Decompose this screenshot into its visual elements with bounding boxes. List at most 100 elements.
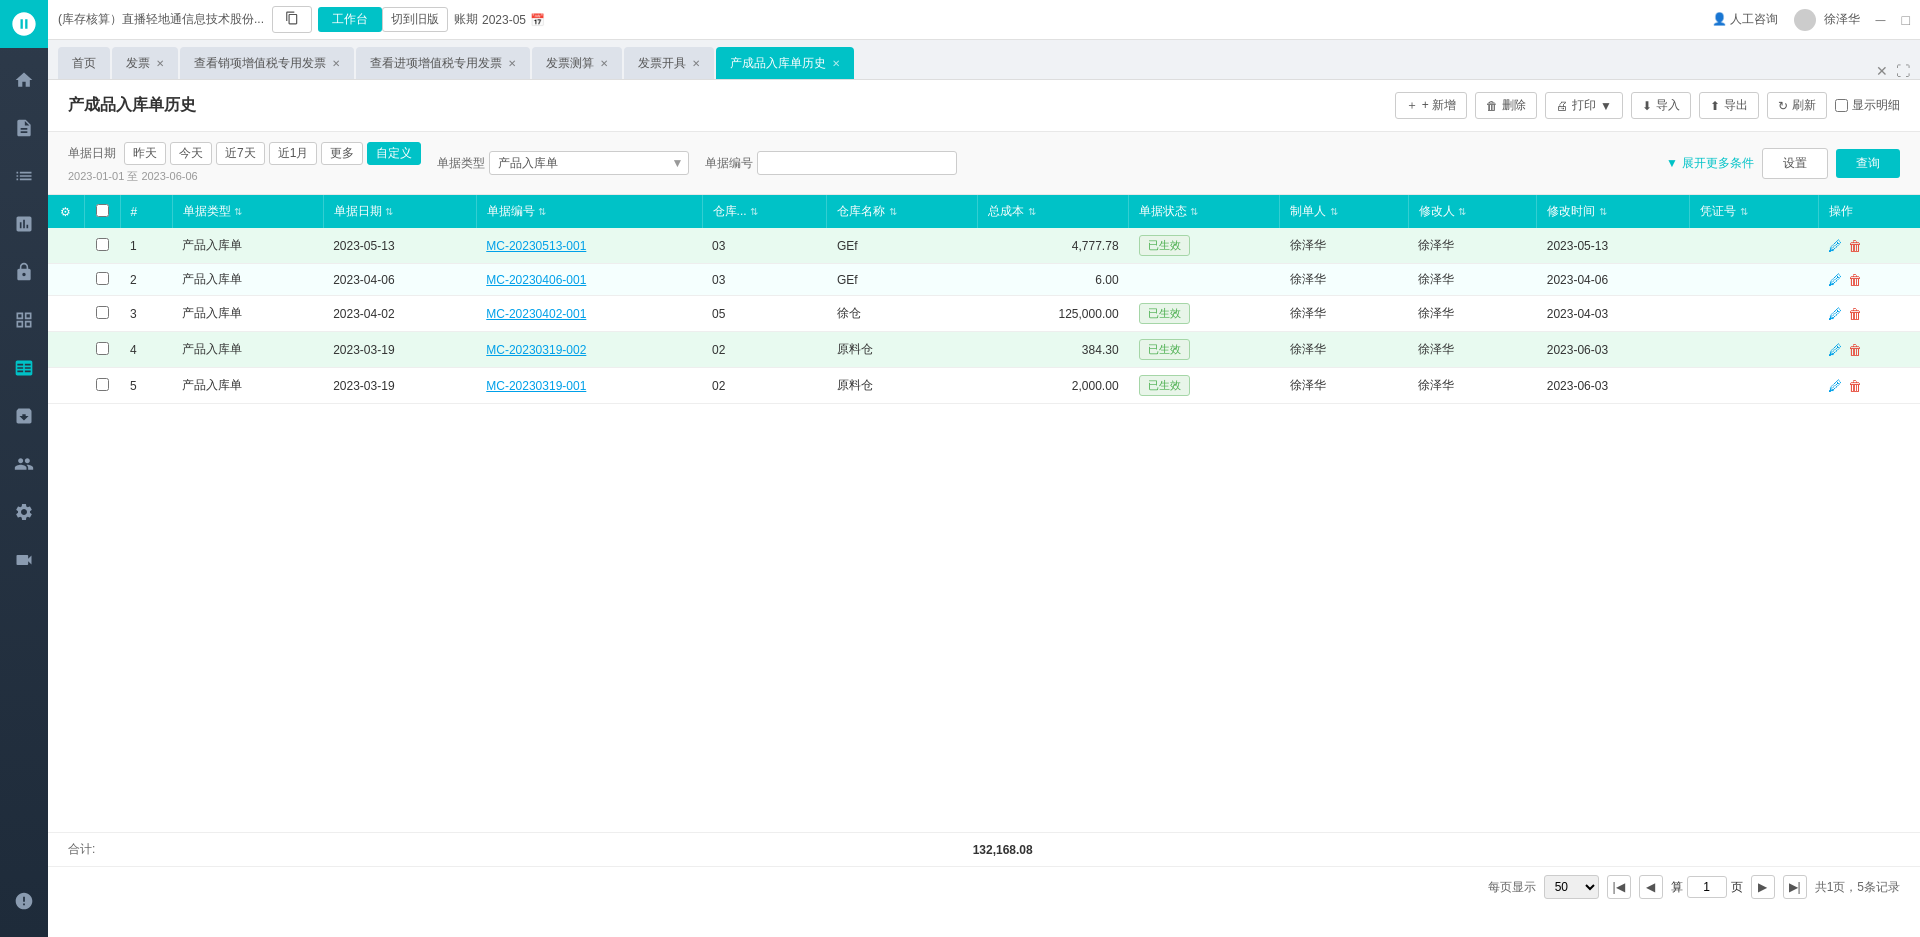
tab-home[interactable]: 首页 — [58, 47, 110, 79]
tab-check-purchase[interactable]: 查看进项增值税专用发票 ✕ — [356, 47, 530, 79]
trash-icon[interactable]: 🗑 — [1848, 272, 1862, 288]
first-page-btn[interactable]: |◀ — [1607, 875, 1631, 899]
tab-check-sales[interactable]: 查看销项增值税专用发票 ✕ — [180, 47, 354, 79]
th-settings[interactable]: ⚙ — [48, 195, 84, 228]
page-input[interactable] — [1687, 876, 1727, 898]
user-btn[interactable]: 徐泽华 — [1794, 9, 1859, 31]
close-window-btn[interactable]: ✕ — [1876, 63, 1888, 79]
edit-icon[interactable]: 🖉 — [1828, 306, 1842, 322]
tab-check-purchase-close[interactable]: ✕ — [508, 58, 516, 69]
export-btn[interactable]: ⬆ 导出 — [1699, 92, 1759, 119]
period-switch-btn[interactable]: 切到旧版 — [382, 7, 448, 32]
row-number[interactable]: MC-20230513-001 — [476, 228, 702, 264]
reset-btn[interactable]: 设置 — [1762, 148, 1828, 179]
row-checkbox[interactable] — [84, 332, 120, 368]
tab-invoice[interactable]: 发票 ✕ — [112, 47, 178, 79]
th-checkbox[interactable] — [84, 195, 120, 228]
sidebar-item-document[interactable] — [0, 104, 48, 152]
th-creator[interactable]: 制单人 ⇅ — [1280, 195, 1409, 228]
query-btn[interactable]: 查询 — [1836, 149, 1900, 178]
workbench-btn[interactable]: 工作台 — [318, 7, 382, 32]
last-page-btn[interactable]: ▶| — [1783, 875, 1807, 899]
tab-invoice-label: 发票 — [126, 55, 150, 72]
sidebar-item-table[interactable] — [0, 344, 48, 392]
sidebar-item-chart[interactable] — [0, 152, 48, 200]
sidebar — [0, 0, 48, 937]
trash-icon[interactable]: 🗑 — [1848, 342, 1862, 358]
tab-product-history[interactable]: 产成品入库单历史 ✕ — [716, 47, 854, 79]
tab-invoice-issue-close[interactable]: ✕ — [692, 58, 700, 69]
minimize-btn[interactable]: ─ — [1876, 12, 1886, 28]
row-checkbox[interactable] — [84, 264, 120, 296]
fullscreen-btn[interactable]: ⛶ — [1896, 63, 1910, 79]
row-checkbox[interactable] — [84, 228, 120, 264]
sidebar-item-version[interactable] — [0, 877, 48, 925]
edit-icon[interactable]: 🖉 — [1828, 238, 1842, 254]
th-date[interactable]: 单据日期 ⇅ — [323, 195, 476, 228]
th-warehouse-code[interactable]: 仓库... ⇅ — [702, 195, 827, 228]
row-checkbox[interactable] — [84, 296, 120, 332]
th-voucher[interactable]: 凭证号 ⇅ — [1690, 195, 1819, 228]
sidebar-item-grid[interactable] — [0, 296, 48, 344]
calendar-icon[interactable]: 📅 — [530, 13, 545, 27]
sidebar-item-home[interactable] — [0, 56, 48, 104]
tab-check-sales-close[interactable]: ✕ — [332, 58, 340, 69]
display-detail-checkbox[interactable] — [1835, 99, 1848, 112]
sidebar-item-users[interactable] — [0, 440, 48, 488]
row-type: 产品入库单 — [172, 332, 323, 368]
expand-btn[interactable]: ▼ 展开更多条件 — [1666, 155, 1754, 172]
filter-bar: 单据日期 昨天 今天 近7天 近1月 更多 自定义 2023-01-01 至 2… — [48, 132, 1920, 195]
th-status[interactable]: 单据状态 ⇅ — [1129, 195, 1280, 228]
date-btn-more[interactable]: 更多 — [321, 142, 363, 165]
number-input[interactable] — [757, 151, 957, 175]
th-modify-time[interactable]: 修改时间 ⇅ — [1537, 195, 1690, 228]
copy-btn[interactable] — [272, 6, 312, 33]
edit-icon[interactable]: 🖉 — [1828, 272, 1842, 288]
tab-product-history-close[interactable]: ✕ — [832, 58, 840, 69]
th-modifier[interactable]: 修改人 ⇅ — [1408, 195, 1537, 228]
tab-invoice-calc-close[interactable]: ✕ — [600, 58, 608, 69]
next-page-btn[interactable]: ▶ — [1751, 875, 1775, 899]
date-btn-today[interactable]: 今天 — [170, 142, 212, 165]
refresh-btn[interactable]: ↻ 刷新 — [1767, 92, 1827, 119]
prev-page-btn[interactable]: ◀ — [1639, 875, 1663, 899]
date-btn-custom[interactable]: 自定义 — [367, 142, 421, 165]
delete-btn[interactable]: 🗑 删除 — [1475, 92, 1537, 119]
new-btn[interactable]: ＋ + 新增 — [1395, 92, 1467, 119]
tab-invoice-close[interactable]: ✕ — [156, 58, 164, 69]
sidebar-item-archive[interactable] — [0, 392, 48, 440]
type-select[interactable]: 产品入库单 — [489, 151, 689, 175]
th-total-cost[interactable]: 总成本 ⇅ — [978, 195, 1129, 228]
row-checkbox[interactable] — [84, 368, 120, 404]
sidebar-item-video[interactable] — [0, 536, 48, 584]
row-number[interactable]: MC-20230319-002 — [476, 332, 702, 368]
date-btn-1month[interactable]: 近1月 — [269, 142, 318, 165]
row-seq: 3 — [120, 296, 172, 332]
sidebar-item-cog[interactable] — [0, 488, 48, 536]
edit-icon[interactable]: 🖉 — [1828, 378, 1842, 394]
sidebar-item-analytics[interactable] — [0, 200, 48, 248]
trash-icon[interactable]: 🗑 — [1848, 378, 1862, 394]
date-btn-7days[interactable]: 近7天 — [216, 142, 265, 165]
row-number[interactable]: MC-20230402-001 — [476, 296, 702, 332]
select-all-checkbox[interactable] — [96, 204, 109, 217]
date-btn-yesterday[interactable]: 昨天 — [124, 142, 166, 165]
th-warehouse-name[interactable]: 仓库名称 ⇅ — [827, 195, 978, 228]
row-type: 产品入库单 — [172, 296, 323, 332]
th-type[interactable]: 单据类型 ⇅ — [172, 195, 323, 228]
service-btn[interactable]: 👤 人工咨询 — [1712, 11, 1778, 28]
tab-invoice-calc[interactable]: 发票测算 ✕ — [532, 47, 622, 79]
import-btn[interactable]: ⬇ 导入 — [1631, 92, 1691, 119]
row-number[interactable]: MC-20230319-001 — [476, 368, 702, 404]
maximize-btn[interactable]: □ — [1902, 12, 1910, 28]
th-number[interactable]: 单据编号 ⇅ — [476, 195, 702, 228]
row-number[interactable]: MC-20230406-001 — [476, 264, 702, 296]
display-detail-toggle[interactable]: 显示明细 — [1835, 97, 1900, 114]
trash-icon[interactable]: 🗑 — [1848, 306, 1862, 322]
trash-icon[interactable]: 🗑 — [1848, 238, 1862, 254]
sidebar-item-lock[interactable] — [0, 248, 48, 296]
edit-icon[interactable]: 🖉 — [1828, 342, 1842, 358]
per-page-select[interactable]: 50 10 20 100 — [1544, 875, 1599, 899]
print-btn[interactable]: 🖨 打印 ▼ — [1545, 92, 1623, 119]
tab-invoice-issue[interactable]: 发票开具 ✕ — [624, 47, 714, 79]
